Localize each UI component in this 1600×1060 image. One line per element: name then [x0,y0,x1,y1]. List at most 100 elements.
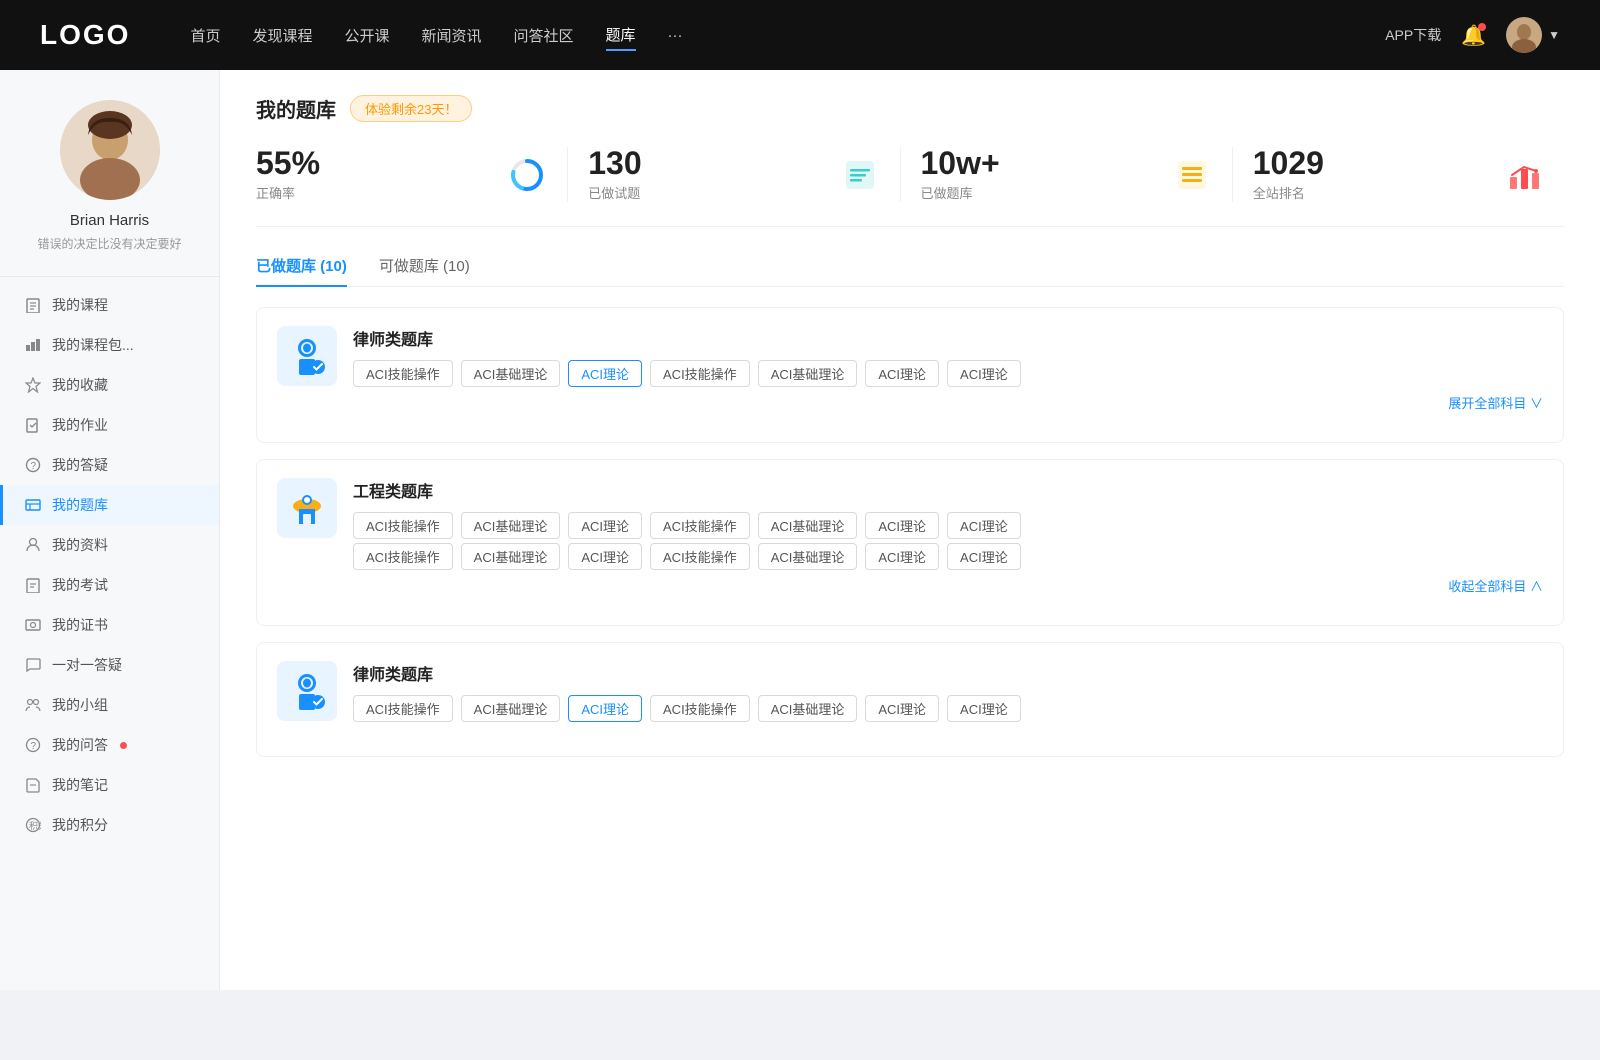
tag-eng-r1-1[interactable]: ACI基础理论 [461,512,561,539]
stat-done-banks-value: 10w+ [921,147,1160,179]
tabs-row: 已做题库 (10) 可做题库 (10) [256,255,1564,287]
sidebar-item-my-qa[interactable]: ? 我的答疑 [0,445,219,485]
tag-lawyer2-2[interactable]: ACI理论 [568,695,642,722]
profile-icon [24,536,42,554]
collapse-link-engineer[interactable]: 收起全部科目 ∧ [353,576,1543,595]
sidebar-item-my-collect[interactable]: 我的收藏 [0,365,219,405]
main-content: 我的题库 体验剩余23天！ 55% 正确率 [220,70,1600,990]
sidebar-label-my-qbank: 我的题库 [52,495,108,515]
tag-eng-r1-5[interactable]: ACI理论 [865,512,939,539]
chat-icon [24,656,42,674]
sidebar-item-my-points[interactable]: 积分 我的积分 [0,805,219,845]
tag-lawyer1-6[interactable]: ACI理论 [947,360,1021,387]
sidebar-label-my-homework: 我的作业 [52,415,108,435]
trial-badge: 体验剩余23天！ [350,95,472,122]
sidebar-item-my-profile[interactable]: 我的资料 [0,525,219,565]
logo: LOGO [40,19,130,51]
tag-eng-r1-6[interactable]: ACI理论 [947,512,1021,539]
tags-row-lawyer-1: ACI技能操作 ACI基础理论 ACI理论 ACI技能操作 ACI基础理论 AC… [353,360,1543,387]
sidebar-item-my-question[interactable]: ? 我的问答 [0,725,219,765]
sidebar-label-my-cert: 我的证书 [52,615,108,635]
qbank-title-engineer: 工程类题库 [353,478,1543,502]
tags-row-engineer-2: ACI技能操作 ACI基础理论 ACI理论 ACI技能操作 ACI基础理论 AC… [353,543,1543,570]
nav-qa[interactable]: 问答社区 [514,21,574,50]
tag-eng-r1-0[interactable]: ACI技能操作 [353,512,453,539]
tag-eng-r2-4[interactable]: ACI基础理论 [758,543,858,570]
sidebar-label-my-question: 我的问答 [52,735,108,755]
tag-eng-r1-2[interactable]: ACI理论 [568,512,642,539]
stat-done-banks-icon [1172,155,1212,195]
stats-row: 55% 正确率 130 已做试题 [256,147,1564,227]
notification-bell[interactable]: 🔔 [1461,23,1486,48]
tag-lawyer2-3[interactable]: ACI技能操作 [650,695,750,722]
stat-done-questions-icon [840,155,880,195]
tag-eng-r2-5[interactable]: ACI理论 [865,543,939,570]
nav-home[interactable]: 首页 [190,21,220,50]
sidebar-item-my-homework[interactable]: 我的作业 [0,405,219,445]
tag-lawyer1-3[interactable]: ACI技能操作 [650,360,750,387]
tag-eng-r2-3[interactable]: ACI技能操作 [650,543,750,570]
stat-ranking-value: 1029 [1253,147,1492,179]
sidebar-item-my-note[interactable]: 我的笔记 [0,765,219,805]
stat-done-banks-text: 10w+ 已做题库 [921,147,1160,202]
tag-lawyer2-4[interactable]: ACI基础理论 [758,695,858,722]
stat-accuracy-icon [507,155,547,195]
sidebar-label-my-note: 我的笔记 [52,775,108,795]
sidebar-label-my-group: 我的小组 [52,695,108,715]
nav-open-course[interactable]: 公开课 [344,21,389,50]
sidebar-item-my-package[interactable]: 我的课程包... [0,325,219,365]
tag-lawyer2-6[interactable]: ACI理论 [947,695,1021,722]
app-download-button[interactable]: APP下载 [1385,25,1441,45]
page-layout: Brian Harris 错误的决定比没有决定要好 我的课程 我的课程包... [0,70,1600,990]
sidebar-item-my-qbank[interactable]: 我的题库 [0,485,219,525]
tag-eng-r2-1[interactable]: ACI基础理论 [461,543,561,570]
points-icon: 积分 [24,816,42,834]
qbank-body-lawyer-2: 律师类题库 ACI技能操作 ACI基础理论 ACI理论 ACI技能操作 ACI基… [353,661,1543,726]
stat-ranking-icon [1504,155,1544,195]
qbank-section-lawyer-2: 律师类题库 ACI技能操作 ACI基础理论 ACI理论 ACI技能操作 ACI基… [256,642,1564,757]
stat-ranking: 1029 全站排名 [1233,147,1564,202]
tag-lawyer1-1[interactable]: ACI基础理论 [461,360,561,387]
stat-ranking-label: 全站排名 [1253,183,1492,202]
group-icon [24,696,42,714]
profile-name: Brian Harris [70,212,149,229]
nav-discover[interactable]: 发现课程 [252,21,312,50]
tag-lawyer2-5[interactable]: ACI理论 [865,695,939,722]
tag-lawyer2-0[interactable]: ACI技能操作 [353,695,453,722]
qbank-section-lawyer-1: 律师类题库 ACI技能操作 ACI基础理论 ACI理论 ACI技能操作 ACI基… [256,307,1564,443]
tag-lawyer1-0[interactable]: ACI技能操作 [353,360,453,387]
tag-eng-r2-0[interactable]: ACI技能操作 [353,543,453,570]
tag-lawyer1-4[interactable]: ACI基础理论 [758,360,858,387]
nav-qbank[interactable]: 题库 [606,20,636,51]
course-icon [24,296,42,314]
tab-done-banks[interactable]: 已做题库 (10) [256,255,347,286]
sidebar-label-my-package: 我的课程包... [52,335,134,355]
sidebar-label-my-exam: 我的考试 [52,575,108,595]
sidebar-label-one-on-one: 一对一答疑 [52,655,122,675]
tag-eng-r1-4[interactable]: ACI基础理论 [758,512,858,539]
chevron-down-icon: ▼ [1548,28,1560,42]
tags-row-engineer-1: ACI技能操作 ACI基础理论 ACI理论 ACI技能操作 ACI基础理论 AC… [353,512,1543,539]
tag-lawyer1-5[interactable]: ACI理论 [865,360,939,387]
expand-link-lawyer-1[interactable]: 展开全部科目 ∨ [353,393,1543,412]
sidebar-item-my-exam[interactable]: 我的考试 [0,565,219,605]
tag-eng-r2-6[interactable]: ACI理论 [947,543,1021,570]
sidebar-item-my-group[interactable]: 我的小组 [0,685,219,725]
tag-lawyer1-2[interactable]: ACI理论 [568,360,642,387]
sidebar-item-my-cert[interactable]: 我的证书 [0,605,219,645]
sidebar-item-one-on-one[interactable]: 一对一答疑 [0,645,219,685]
sidebar-label-my-course: 我的课程 [52,295,108,315]
header: LOGO 首页 发现课程 公开课 新闻资讯 问答社区 题库 ··· APP下载 … [0,0,1600,70]
sidebar-item-my-course[interactable]: 我的课程 [0,285,219,325]
sidebar-menu: 我的课程 我的课程包... 我的收藏 我的作业 [0,285,219,845]
nav-more[interactable]: ··· [668,23,683,48]
sidebar-label-my-profile: 我的资料 [52,535,108,555]
qbank-title-lawyer-2: 律师类题库 [353,661,1543,685]
user-avatar-wrap[interactable]: ▼ [1506,17,1560,53]
tag-eng-r1-3[interactable]: ACI技能操作 [650,512,750,539]
svg-text:?: ? [31,741,37,752]
tab-available-banks[interactable]: 可做题库 (10) [379,255,470,286]
tag-lawyer2-1[interactable]: ACI基础理论 [461,695,561,722]
tag-eng-r2-2[interactable]: ACI理论 [568,543,642,570]
nav-news[interactable]: 新闻资讯 [422,21,482,50]
